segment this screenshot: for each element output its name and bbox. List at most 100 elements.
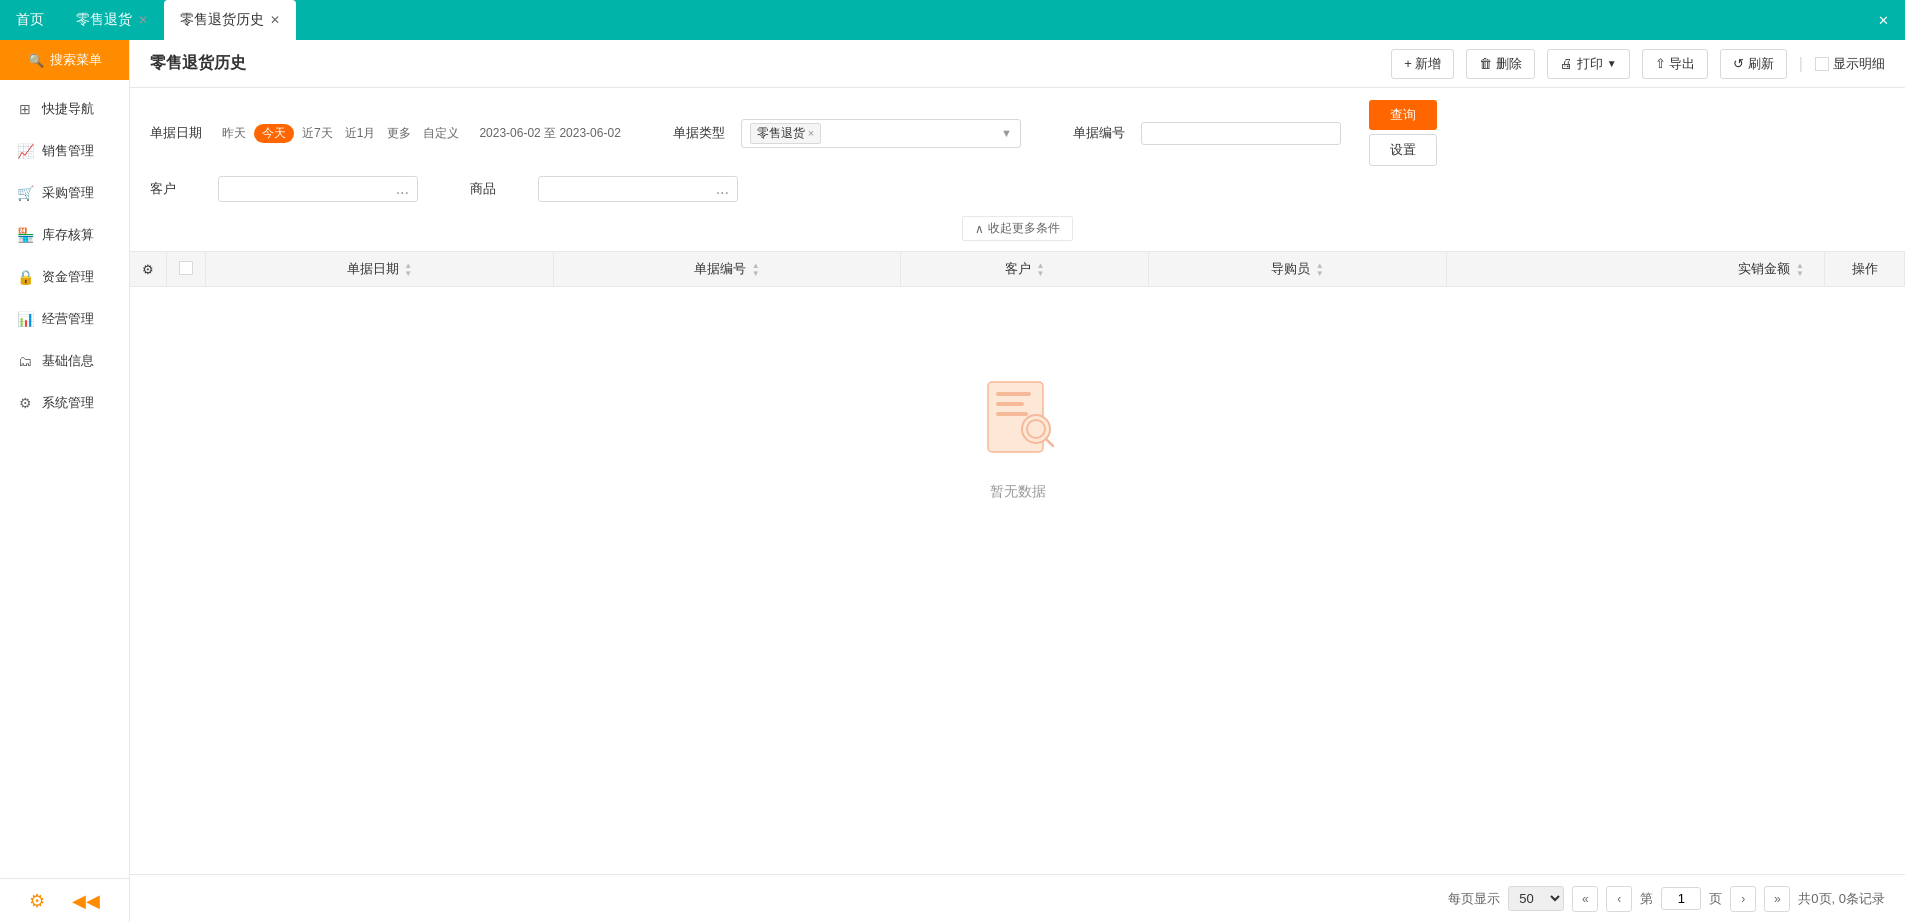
empty-icon — [968, 367, 1068, 467]
query-setting-wrap: 查询 设置 — [1369, 100, 1437, 166]
collapse-row: ∧ 收起更多条件 — [150, 212, 1885, 245]
gear-icon: ⚙ — [142, 262, 154, 277]
sort-customer: ▲▼ — [1036, 262, 1044, 278]
sidebar-item-purchase-mgmt[interactable]: 🛒 采购管理 — [0, 172, 129, 214]
sidebar-search[interactable]: 🔍 搜索菜单 — [0, 40, 129, 80]
customer-filter-label: 客户 — [150, 180, 206, 198]
date-more[interactable]: 更多 — [383, 124, 415, 143]
table-wrapper: ⚙ 单据日期 ▲▼ 单据编号 ▲▼ — [130, 252, 1905, 874]
th-guide[interactable]: 导购员 ▲▼ — [1148, 252, 1446, 287]
date-filter-label: 单据日期 — [150, 124, 206, 142]
svg-line-6 — [1046, 439, 1053, 446]
th-actions: 操作 — [1825, 252, 1905, 287]
delete-button[interactable]: 🗑 删除 — [1466, 49, 1535, 79]
th-doc-date[interactable]: 单据日期 ▲▼ — [206, 252, 554, 287]
display-detail-toggle[interactable]: 显示明细 — [1815, 55, 1885, 73]
sidebar-item-label: 库存核算 — [42, 226, 94, 244]
search-icon: 🔍 — [28, 53, 44, 68]
tab-retail-return-close[interactable]: ✕ — [138, 13, 148, 27]
next-page-btn[interactable]: › — [1730, 886, 1756, 912]
date-last1m[interactable]: 近1月 — [341, 124, 380, 143]
page-total: 共0页, 0条记录 — [1798, 890, 1885, 908]
select-all-checkbox[interactable] — [179, 261, 193, 275]
finance-icon: 🔒 — [16, 268, 34, 286]
basic-info-icon: 🗂 — [16, 352, 34, 370]
footer-audio-icon[interactable]: ◀◀ — [72, 890, 100, 912]
sidebar-item-quick-nav[interactable]: ⊞ 快捷导航 — [0, 88, 129, 130]
page-input[interactable] — [1661, 887, 1701, 910]
sidebar-search-label: 搜索菜单 — [50, 51, 102, 69]
tab-retail-return-history-close[interactable]: ✕ — [270, 13, 280, 27]
top-tab-bar: 首页 零售退货 ✕ 零售退货历史 ✕ ✕ — [0, 0, 1905, 40]
filter-row-2: 客户 ... 商品 ... — [150, 176, 1885, 202]
header-actions: + 新增 🗑 删除 🖨 打印 ▼ ⇧ 导出 ↺ 刷新 | — [1391, 49, 1885, 79]
sidebar-item-label: 系统管理 — [42, 394, 94, 412]
page-unit: 页 — [1709, 890, 1722, 908]
footer-settings-icon[interactable]: ⚙ — [29, 890, 45, 912]
tab-home[interactable]: 首页 — [0, 0, 60, 40]
refresh-button[interactable]: ↺ 刷新 — [1720, 49, 1787, 79]
th-checkbox[interactable] — [167, 252, 206, 287]
query-button[interactable]: 查询 — [1369, 100, 1437, 130]
date-today[interactable]: 今天 — [254, 124, 294, 143]
sidebar-item-operations[interactable]: 📊 经营管理 — [0, 298, 129, 340]
prev-page-btn[interactable]: ‹ — [1606, 886, 1632, 912]
sidebar-item-finance[interactable]: 🔒 资金管理 — [0, 256, 129, 298]
prev-page-icon: ‹ — [1617, 892, 1621, 906]
export-button[interactable]: ⇧ 导出 — [1642, 49, 1709, 79]
setting-button[interactable]: 设置 — [1369, 134, 1437, 166]
doc-no-label: 单据编号 — [1073, 124, 1129, 142]
doc-type-label: 单据类型 — [673, 124, 729, 142]
goods-input[interactable] — [547, 182, 716, 197]
date-range-display: 2023-06-02 至 2023-06-02 — [479, 125, 620, 142]
doc-no-input[interactable] — [1150, 126, 1332, 141]
per-page-select[interactable]: 50 10 20 100 — [1508, 886, 1564, 911]
next-page-icon: › — [1741, 892, 1745, 906]
first-page-btn[interactable]: « — [1572, 886, 1598, 912]
th-gear[interactable]: ⚙ — [130, 252, 167, 287]
data-table: ⚙ 单据日期 ▲▼ 单据编号 ▲▼ — [130, 252, 1905, 287]
th-doc-no[interactable]: 单据编号 ▲▼ — [553, 252, 901, 287]
doc-type-tag: 零售退货 × — [750, 123, 821, 144]
last-page-icon: » — [1774, 892, 1781, 906]
header-separator: | — [1799, 55, 1803, 73]
date-shortcuts: 昨天 今天 近7天 近1月 更多 自定义 — [218, 124, 463, 143]
tab-retail-return[interactable]: 零售退货 ✕ — [60, 0, 164, 40]
page-title: 零售退货历史 — [150, 53, 1391, 74]
sort-guide: ▲▼ — [1316, 262, 1324, 278]
sidebar-item-basic-info[interactable]: 🗂 基础信息 — [0, 340, 129, 382]
date-last7[interactable]: 近7天 — [298, 124, 337, 143]
top-bar-close[interactable]: ✕ — [1878, 13, 1905, 28]
tab-retail-return-history[interactable]: 零售退货历史 ✕ — [164, 0, 296, 40]
sidebar-item-system-mgmt[interactable]: ⚙ 系统管理 — [0, 382, 129, 424]
inventory-icon: 🏪 — [16, 226, 34, 244]
print-button[interactable]: 🖨 打印 ▼ — [1547, 49, 1630, 79]
doc-type-tag-close[interactable]: × — [808, 127, 814, 139]
goods-ellipsis-icon[interactable]: ... — [716, 180, 729, 198]
sidebar-item-inventory[interactable]: 🏪 库存核算 — [0, 214, 129, 256]
table-header-row: ⚙ 单据日期 ▲▼ 单据编号 ▲▼ — [130, 252, 1905, 287]
sidebar-item-label: 资金管理 — [42, 268, 94, 286]
collapse-button[interactable]: ∧ 收起更多条件 — [962, 216, 1073, 241]
sidebar-item-sales-mgmt[interactable]: 📈 销售管理 — [0, 130, 129, 172]
main-layout: 🔍 搜索菜单 ⊞ 快捷导航 📈 销售管理 🛒 采购管理 🏪 库存核算 🔒 — [0, 40, 1905, 922]
sort-amount: ▲▼ — [1796, 262, 1804, 278]
th-amount[interactable]: 实销金额 ▲▼ — [1446, 252, 1824, 287]
pagination-bar: 每页显示 50 10 20 100 « ‹ 第 页 › » 共0页, 0条记录 — [130, 874, 1905, 922]
filter-area: 单据日期 昨天 今天 近7天 近1月 更多 自定义 2023-06-02 至 2… — [130, 88, 1905, 252]
customer-input[interactable] — [227, 182, 396, 197]
sort-doc-no: ▲▼ — [752, 262, 760, 278]
doc-type-select[interactable]: 零售退货 × ▼ — [741, 119, 1021, 148]
customer-ellipsis-icon[interactable]: ... — [396, 180, 409, 198]
sort-doc-date: ▲▼ — [404, 262, 412, 278]
sidebar-nav: ⊞ 快捷导航 📈 销售管理 🛒 采购管理 🏪 库存核算 🔒 资金管理 📊 — [0, 80, 129, 878]
first-page-icon: « — [1582, 892, 1589, 906]
last-page-btn[interactable]: » — [1764, 886, 1790, 912]
new-button[interactable]: + 新增 — [1391, 49, 1454, 79]
th-customer[interactable]: 客户 ▲▼ — [901, 252, 1149, 287]
date-yesterday[interactable]: 昨天 — [218, 124, 250, 143]
empty-text: 暂无数据 — [990, 483, 1046, 501]
filter-row-1: 单据日期 昨天 今天 近7天 近1月 更多 自定义 2023-06-02 至 2… — [150, 100, 1885, 166]
display-detail-checkbox[interactable] — [1815, 57, 1829, 71]
date-custom[interactable]: 自定义 — [419, 124, 463, 143]
